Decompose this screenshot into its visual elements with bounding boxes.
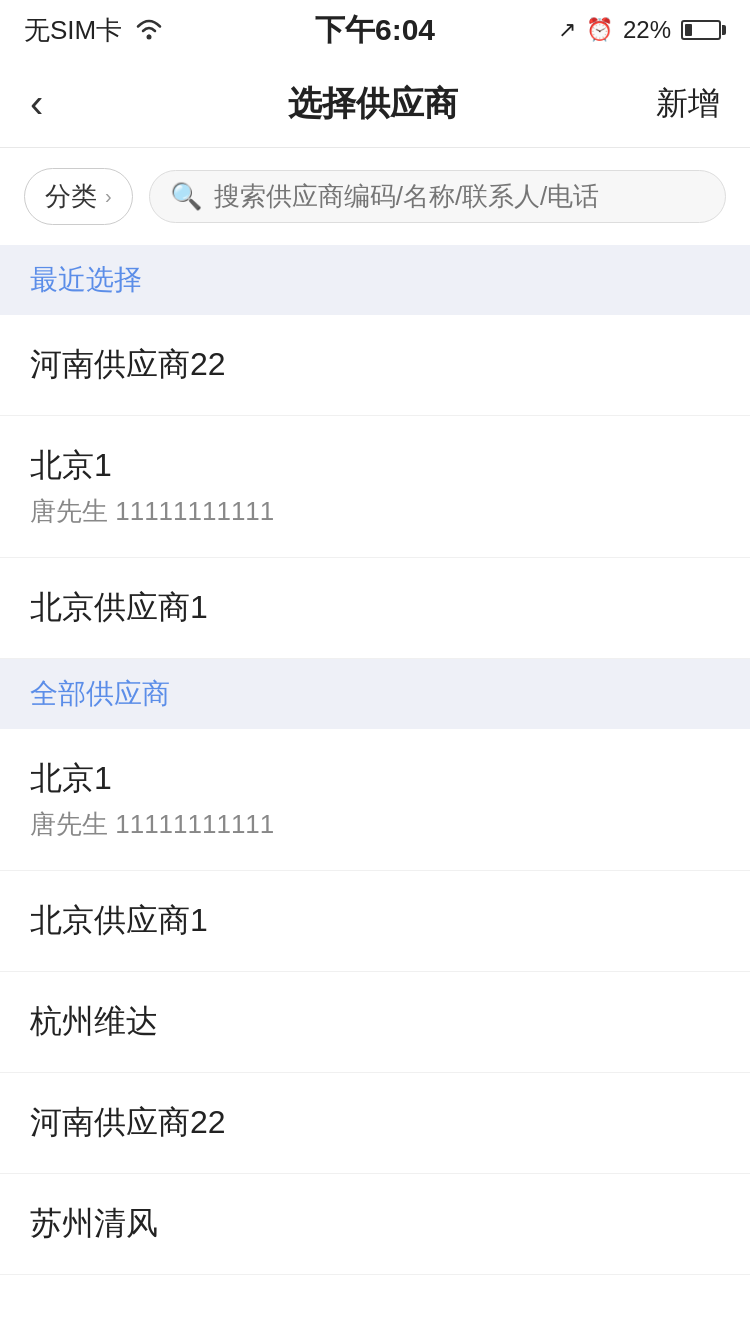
all-section-label: 全部供应商 — [30, 678, 170, 709]
list-item[interactable]: 北京供应商1 — [0, 558, 750, 659]
list-item[interactable]: 苏州清风 — [0, 1174, 750, 1275]
item-name: 河南供应商22 — [30, 343, 720, 387]
list-item[interactable]: 北京供应商1 — [0, 871, 750, 972]
search-input[interactable] — [214, 181, 705, 212]
recent-section-label: 最近选择 — [30, 264, 142, 295]
svg-point-0 — [147, 35, 152, 40]
item-detail: 唐先生 11111111111 — [30, 807, 720, 842]
list-item[interactable]: 杭州维达 — [0, 972, 750, 1073]
recent-section-header: 最近选择 — [0, 245, 750, 315]
list-item[interactable]: 河南供应商22 — [0, 1073, 750, 1174]
category-label: 分类 — [45, 179, 97, 214]
location-icon: ↗ — [558, 17, 576, 43]
nav-bar: ‹ 选择供应商 新增 — [0, 60, 750, 148]
all-items-list: 北京1 唐先生 11111111111 北京供应商1 杭州维达 河南供应商22 … — [0, 729, 750, 1275]
wifi-icon — [132, 18, 166, 42]
all-section-header: 全部供应商 — [0, 659, 750, 729]
list-item[interactable]: 北京1 唐先生 11111111111 — [0, 416, 750, 558]
alarm-icon: ⏰ — [586, 17, 613, 43]
item-detail: 唐先生 11111111111 — [30, 494, 720, 529]
recent-items-list: 河南供应商22 北京1 唐先生 11111111111 北京供应商1 — [0, 315, 750, 659]
item-name: 北京供应商1 — [30, 586, 720, 630]
new-action-button[interactable]: 新增 — [656, 82, 720, 126]
filter-bar: 分类 › 🔍 — [0, 148, 750, 245]
status-bar: 无SIM卡 下午6:04 ↗ ⏰ 22% — [0, 0, 750, 60]
list-item[interactable]: 北京1 唐先生 11111111111 — [0, 729, 750, 871]
item-name: 北京1 — [30, 757, 720, 801]
battery-icon — [681, 20, 726, 40]
item-name: 北京供应商1 — [30, 899, 720, 943]
status-carrier: 无SIM卡 — [24, 13, 166, 48]
search-box: 🔍 — [149, 170, 726, 223]
item-name: 河南供应商22 — [30, 1101, 720, 1145]
carrier-text: 无SIM卡 — [24, 13, 122, 48]
page-title: 选择供应商 — [288, 81, 458, 127]
battery-percent: 22% — [623, 16, 671, 44]
item-name: 杭州维达 — [30, 1000, 720, 1044]
chevron-right-icon: › — [105, 185, 112, 208]
status-time: 下午6:04 — [315, 10, 435, 51]
item-name: 苏州清风 — [30, 1202, 720, 1246]
list-item[interactable]: 河南供应商22 — [0, 315, 750, 416]
item-name: 北京1 — [30, 444, 720, 488]
status-indicators: ↗ ⏰ 22% — [558, 16, 726, 44]
search-icon: 🔍 — [170, 181, 202, 212]
category-filter-button[interactable]: 分类 › — [24, 168, 133, 225]
back-button[interactable]: ‹ — [30, 81, 90, 126]
